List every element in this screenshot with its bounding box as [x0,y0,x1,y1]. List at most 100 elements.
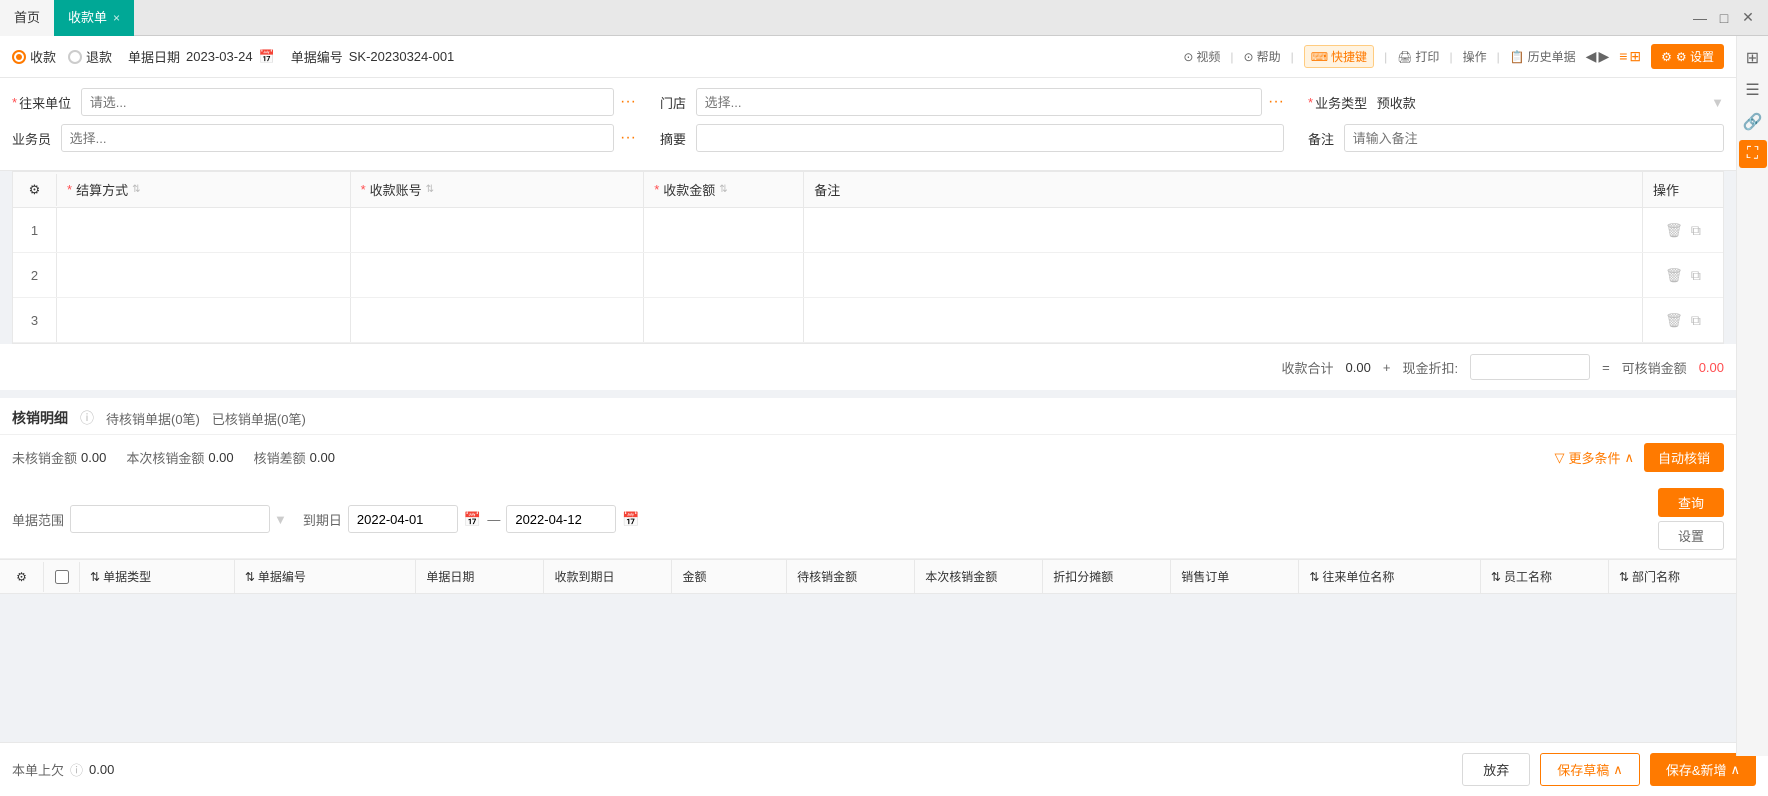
date-calendar-icon[interactable]: 📅 [259,49,275,65]
partner-more-icon[interactable]: ··· [620,93,636,111]
close-btn[interactable]: ✕ [1740,10,1756,26]
due-to-input[interactable] [506,505,616,533]
staff-input[interactable] [61,124,614,152]
history-btn[interactable]: 📋 历史单据 [1510,48,1576,65]
th-remark: 备注 [804,172,1643,207]
nav-prev[interactable]: ◀ [1586,48,1597,65]
due-from-calendar-icon[interactable]: 📅 [464,511,481,528]
range-field: 单据范围 ▼ [12,505,287,533]
due-to-calendar-icon[interactable]: 📅 [622,511,639,528]
date-range-field: 到期日 📅 — 📅 [303,505,640,533]
bottom-table-header: ⚙ ⇅ 单据类型 ⇅ 单据编号 单据日期 收款到期日 金额 待核销金额 [0,559,1736,594]
minimize-btn[interactable]: — [1692,10,1708,26]
receipt-option[interactable]: 收款 [12,47,56,66]
tab-close-icon[interactable]: × [113,0,120,36]
list-view-btn[interactable]: ≡ [1619,48,1627,65]
refund-radio[interactable] [68,50,82,64]
table-settings-icon[interactable]: ⚙ [13,174,57,206]
store-field: 门店 ··· [660,88,1284,116]
due-from-input[interactable] [348,505,458,533]
video-btn[interactable]: ⊙ 视频 [1183,48,1220,65]
table-header: ⚙ * 结算方式 ⇅ * 收款账号 ⇅ * 收款金额 ⇅ 备注 操作 [13,172,1723,208]
table-settings-btn[interactable]: 设置 [1658,521,1724,550]
discount-input[interactable] [1470,354,1590,380]
td-remark-1[interactable] [804,208,1643,252]
copy-row-3-icon[interactable]: ⧉ [1691,312,1701,329]
tab-home[interactable]: 首页 [0,0,54,36]
staff-more-icon[interactable]: ··· [620,129,636,147]
verification-info-icon[interactable]: ⓘ [80,408,94,428]
th-amount: * 收款金额 ⇅ [644,172,804,207]
partner-input[interactable] [81,88,614,116]
td-settlement-2[interactable] [57,253,351,297]
copy-row-1-icon[interactable]: ⧉ [1691,222,1701,239]
pending-tab[interactable]: 待核销单据(0笔) [106,409,200,428]
sidebar-expand-icon[interactable]: ⛶ [1739,140,1767,168]
bth-employee: ⇅ 员工名称 [1481,560,1609,593]
select-all-checkbox[interactable] [55,570,69,584]
nav-next[interactable]: ▶ [1598,48,1609,65]
table-row: 3 🗑 ⧉ [13,298,1723,343]
shortcut-btn[interactable]: ⌨ 快捷键 [1304,45,1374,68]
td-amount-1[interactable] [644,208,804,252]
remark-input[interactable] [1344,124,1724,152]
bth-partner: ⇅ 往来单位名称 [1299,560,1481,593]
range-select-arrow[interactable]: ▼ [274,512,287,527]
td-amount-3[interactable] [644,298,804,342]
receipt-radio[interactable] [12,50,26,64]
filter-row: 单据范围 ▼ 到期日 📅 — 📅 查询 设置 [0,480,1736,559]
date-field: 单据日期 2023-03-24 📅 [128,47,275,66]
td-account-3[interactable] [351,298,645,342]
summary-input[interactable] [696,124,1284,152]
delete-row-1-icon[interactable]: 🗑 [1665,222,1683,239]
td-account-1[interactable] [351,208,645,252]
store-more-icon[interactable]: ··· [1268,93,1284,111]
bottom-info-icon[interactable]: ⓘ [70,760,83,779]
business-type-arrow[interactable]: ▼ [1711,95,1724,110]
save-new-btn[interactable]: 保存&新增 ∧ [1650,753,1756,786]
delete-row-2-icon[interactable]: 🗑 [1665,267,1683,284]
page-wrapper: 收款 退款 单据日期 2023-03-24 📅 单据编号 SK-20230324… [0,36,1736,594]
bth-doc-num: ⇅ 单据编号 [235,560,417,593]
table-row: 1 🗑 ⧉ [13,208,1723,253]
help-btn[interactable]: ⊙ 帮助 [1244,48,1281,65]
query-btn[interactable]: 查询 [1658,488,1724,517]
receipt-type-group: 收款 退款 [12,47,112,66]
bottom-checkbox-all[interactable] [44,562,80,592]
bth-doc-date: 单据日期 [416,560,544,593]
store-input[interactable] [696,88,1262,116]
td-settlement-3[interactable] [57,298,351,342]
operation-btn[interactable]: 操作 [1463,48,1487,65]
more-conditions-btn[interactable]: ▽ 更多条件 ∧ [1554,448,1634,467]
td-remark-3[interactable] [804,298,1643,342]
td-operation-2: 🗑 ⧉ [1643,253,1723,297]
top-toolbar: 收款 退款 单据日期 2023-03-24 📅 单据编号 SK-20230324… [0,36,1736,78]
refund-option[interactable]: 退款 [68,47,112,66]
td-remark-2[interactable] [804,253,1643,297]
delete-row-3-icon[interactable]: 🗑 [1665,312,1683,329]
copy-row-2-icon[interactable]: ⧉ [1691,267,1701,284]
settings-button[interactable]: ⚙ ⚙ 设置 [1651,44,1724,69]
auto-verification-btn[interactable]: 自动核销 [1644,443,1724,472]
td-account-2[interactable] [351,253,645,297]
summary-field: 摘要 [660,124,1284,152]
sidebar-list-icon[interactable]: ☰ [1739,76,1767,104]
td-settlement-1[interactable] [57,208,351,252]
grid-view-btn[interactable]: ⊞ [1629,48,1641,65]
section-header: 核销明细 ⓘ 待核销单据(0笔) 已核销单据(0笔) [0,398,1736,435]
sidebar-table-icon[interactable]: ⊞ [1739,44,1767,72]
range-select-input[interactable] [70,505,270,533]
td-amount-2[interactable] [644,253,804,297]
th-operation: 操作 [1643,172,1723,207]
td-operation-1: 🗑 ⧉ [1643,208,1723,252]
abandon-btn[interactable]: 放弃 [1462,753,1530,786]
sidebar-attachment-icon[interactable]: 🔗 [1739,108,1767,136]
window-controls: — □ ✕ [1692,10,1768,26]
form-row-2: 业务员 ··· 摘要 备注 [12,124,1724,152]
maximize-btn[interactable]: □ [1716,10,1732,26]
save-draft-btn[interactable]: 保存草稿 ∧ [1540,753,1640,786]
bottom-settings-icon[interactable]: ⚙ [0,562,44,592]
print-btn[interactable]: 🖨 打印 [1397,48,1439,65]
bth-sales-order: 销售订单 [1171,560,1299,593]
tab-current[interactable]: 收款单 × [54,0,134,36]
